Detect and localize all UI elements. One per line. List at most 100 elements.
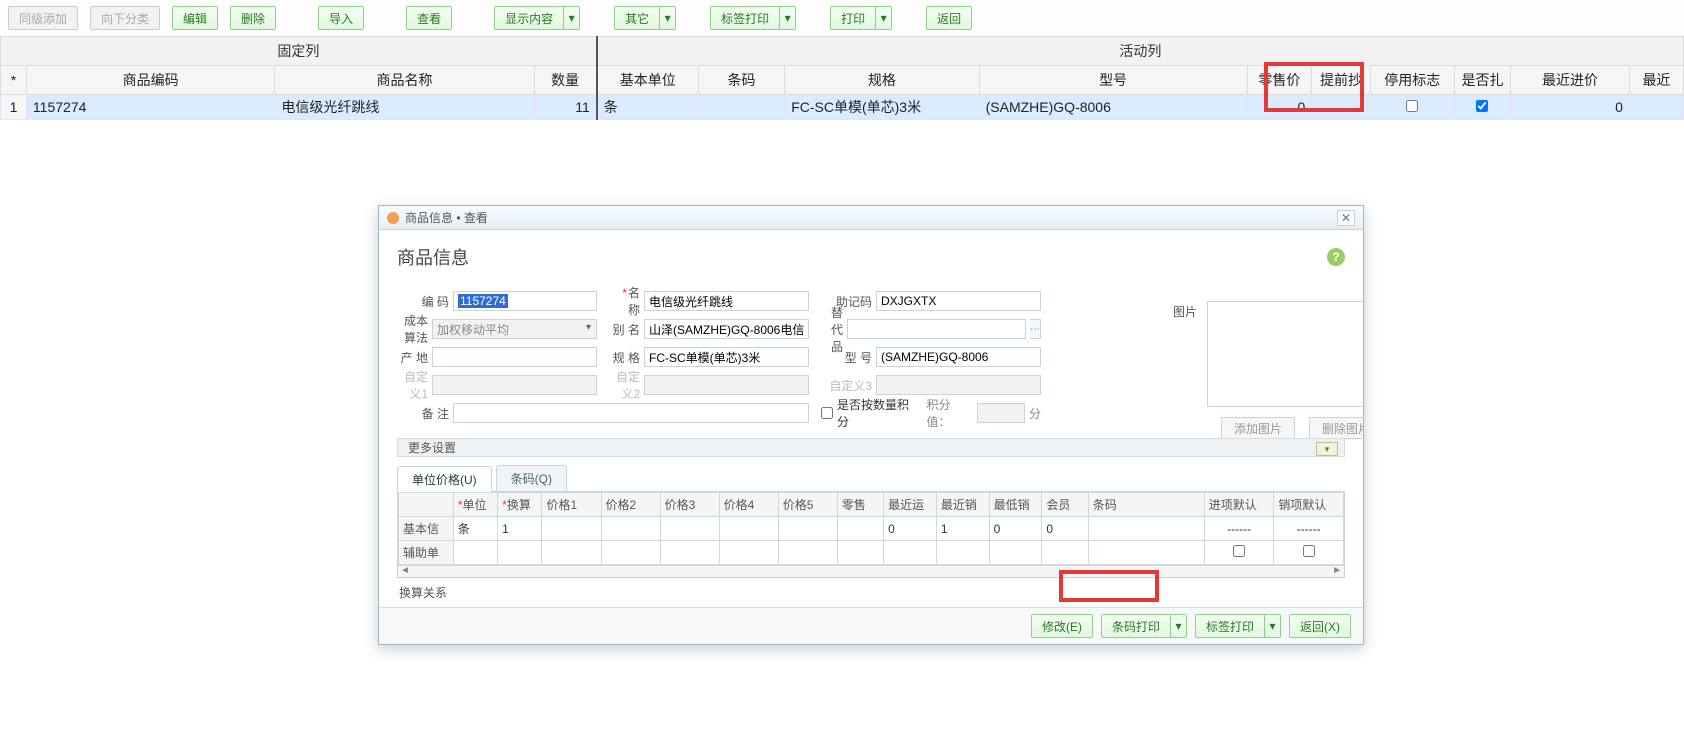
- chevron-down-icon[interactable]: ▾: [1316, 442, 1338, 456]
- inner-tabs: 单位价格(U) 条码(Q): [397, 465, 1345, 492]
- view-button[interactable]: 查看: [406, 6, 452, 30]
- help-icon[interactable]: ?: [1327, 248, 1345, 266]
- col-qty[interactable]: 数量: [534, 66, 597, 95]
- in-def-checkbox[interactable]: [1233, 545, 1245, 557]
- custom3-field: [876, 375, 1041, 395]
- product-table: 固定列 活动列 * 商品编码 商品名称 数量 基本单位 条码 规格 型号 零售价…: [0, 36, 1684, 120]
- col-p3: 价格3: [660, 493, 719, 517]
- code-field[interactable]: 1157274: [453, 291, 597, 311]
- out-def-checkbox[interactable]: [1303, 545, 1315, 557]
- table-row[interactable]: 基本信 条 1 0 1 0 0 ------ ------: [399, 517, 1344, 541]
- label-print-button-2[interactable]: 标签打印: [1195, 614, 1265, 638]
- close-icon[interactable]: ✕: [1337, 210, 1355, 226]
- col-spec[interactable]: 规格: [785, 66, 979, 95]
- horizontal-scrollbar[interactable]: [398, 565, 1344, 577]
- col-model[interactable]: 型号: [979, 66, 1247, 95]
- col-barcode[interactable]: 条码: [698, 66, 784, 95]
- form-grid: 编 码 1157274 名 称 助记码 图片 添加图片 删除图片 成本算法: [379, 288, 1253, 426]
- spec-field[interactable]: [644, 347, 809, 367]
- active-columns-header: 活动列: [597, 37, 1684, 66]
- cell-qty: 11: [534, 95, 597, 120]
- print-dropdown[interactable]: 打印 ▾: [830, 6, 892, 30]
- tab-barcode[interactable]: 条码(Q): [496, 465, 567, 491]
- col-in-def: 进项默认: [1204, 493, 1274, 517]
- col-recent[interactable]: 最近: [1629, 66, 1683, 95]
- origin-field[interactable]: [432, 347, 597, 367]
- chevron-down-icon[interactable]: ▾: [1171, 614, 1187, 638]
- chevron-down-icon[interactable]: ▾: [876, 6, 892, 30]
- custom1-field: [432, 375, 597, 395]
- barcode-print-button[interactable]: 条码打印: [1101, 614, 1171, 638]
- same-level-add-button: 同级添加: [8, 6, 78, 30]
- label-alias: 别 名: [609, 321, 640, 338]
- back-button[interactable]: 返回: [926, 6, 972, 30]
- show-content-button[interactable]: 显示内容: [494, 6, 564, 30]
- col-name[interactable]: 商品名称: [275, 66, 534, 95]
- cell-out-def: ------: [1274, 517, 1344, 541]
- chevron-down-icon[interactable]: ▾: [780, 6, 796, 30]
- cell-member: 0: [1042, 517, 1088, 541]
- import-button[interactable]: 导入: [318, 6, 364, 30]
- cost-algo-select[interactable]: [432, 319, 597, 339]
- cell-barcode: [698, 95, 784, 120]
- cell-recent-i: 1: [936, 517, 989, 541]
- print-button[interactable]: 打印: [830, 6, 876, 30]
- cell-min: 0: [989, 517, 1042, 541]
- chevron-down-icon[interactable]: ▾: [660, 6, 676, 30]
- name-field[interactable]: [644, 291, 809, 311]
- alias-field[interactable]: [644, 319, 809, 339]
- relation-label: 换算关系: [397, 580, 1345, 605]
- col-recent-in[interactable]: 最近进价: [1511, 66, 1630, 95]
- chevron-down-icon[interactable]: ▾: [564, 6, 580, 30]
- ispush-checkbox[interactable]: [1476, 100, 1488, 112]
- cell-spec: FC-SC单模(单芯)3米: [785, 95, 979, 120]
- cell-recent: [1629, 95, 1683, 120]
- other-dropdown[interactable]: 其它 ▾: [614, 6, 676, 30]
- back-button-dialog[interactable]: 返回(X): [1289, 614, 1351, 638]
- other-button[interactable]: 其它: [614, 6, 660, 30]
- col-ispush[interactable]: 是否扎: [1454, 66, 1510, 95]
- cell-stopflag[interactable]: [1370, 95, 1454, 120]
- sub-classify-button: 向下分类: [90, 6, 160, 30]
- dialog-footer: 修改(E) 条码打印 ▾ 标签打印 ▾ 返回(X): [379, 607, 1363, 644]
- label-print-button[interactable]: 标签打印: [710, 6, 780, 30]
- label-custom2: 自定义2: [609, 368, 640, 402]
- dialog-titlebar[interactable]: 商品信息 • 查看 ✕: [379, 206, 1363, 230]
- label-print-dropdown-2[interactable]: 标签打印 ▾: [1195, 614, 1281, 638]
- delete-button[interactable]: 删除: [230, 6, 276, 30]
- modify-button[interactable]: 修改(E): [1031, 614, 1093, 638]
- row-marker-header: *: [1, 66, 27, 95]
- ellipsis-icon[interactable]: ⋯: [1030, 319, 1041, 339]
- chevron-down-icon[interactable]: ▾: [1265, 614, 1281, 638]
- more-settings-bar[interactable]: 更多设置 ▾: [397, 438, 1345, 457]
- col-p4: 价格4: [719, 493, 778, 517]
- barcode-print-dropdown[interactable]: 条码打印 ▾: [1101, 614, 1187, 638]
- row-index: 1: [1, 95, 27, 120]
- table-row[interactable]: 辅助单: [399, 541, 1344, 565]
- delete-image-button: 删除图片: [1309, 417, 1363, 439]
- col-stopflag[interactable]: 停用标志: [1370, 66, 1454, 95]
- points-by-qty-checkbox[interactable]: [821, 407, 833, 419]
- stopflag-checkbox[interactable]: [1406, 100, 1418, 112]
- cell-unit[interactable]: 条: [453, 517, 497, 541]
- replace-field[interactable]: [847, 319, 1026, 339]
- edit-button[interactable]: 编辑: [172, 6, 218, 30]
- main-toolbar: 同级添加 向下分类 编辑 删除 导入 查看 显示内容 ▾ 其它 ▾ 标签打印 ▾…: [0, 0, 1684, 36]
- col-retail[interactable]: 零售价: [1247, 66, 1312, 95]
- label-remark: 备 注: [397, 405, 449, 422]
- remark-field[interactable]: [453, 403, 809, 423]
- show-content-dropdown[interactable]: 显示内容 ▾: [494, 6, 580, 30]
- cell-convert[interactable]: 1: [498, 517, 542, 541]
- label-print-dropdown[interactable]: 标签打印 ▾: [710, 6, 796, 30]
- col-unit[interactable]: 基本单位: [597, 66, 699, 95]
- col-out-def: 销项默认: [1274, 493, 1344, 517]
- table-row[interactable]: 1 1157274 电信级光纤跳线 11 条 FC-SC单模(单芯)3米 (SA…: [1, 95, 1684, 120]
- cell-ispush[interactable]: [1454, 95, 1510, 120]
- model-field[interactable]: [876, 347, 1041, 367]
- col-code[interactable]: 商品编码: [26, 66, 274, 95]
- col-advance[interactable]: 提前抄: [1312, 66, 1370, 95]
- tab-unit-price[interactable]: 单位价格(U): [397, 466, 492, 492]
- image-panel[interactable]: [1207, 301, 1363, 407]
- cell-name: 电信级光纤跳线: [275, 95, 534, 120]
- row-aux-label: 辅助单: [399, 541, 454, 565]
